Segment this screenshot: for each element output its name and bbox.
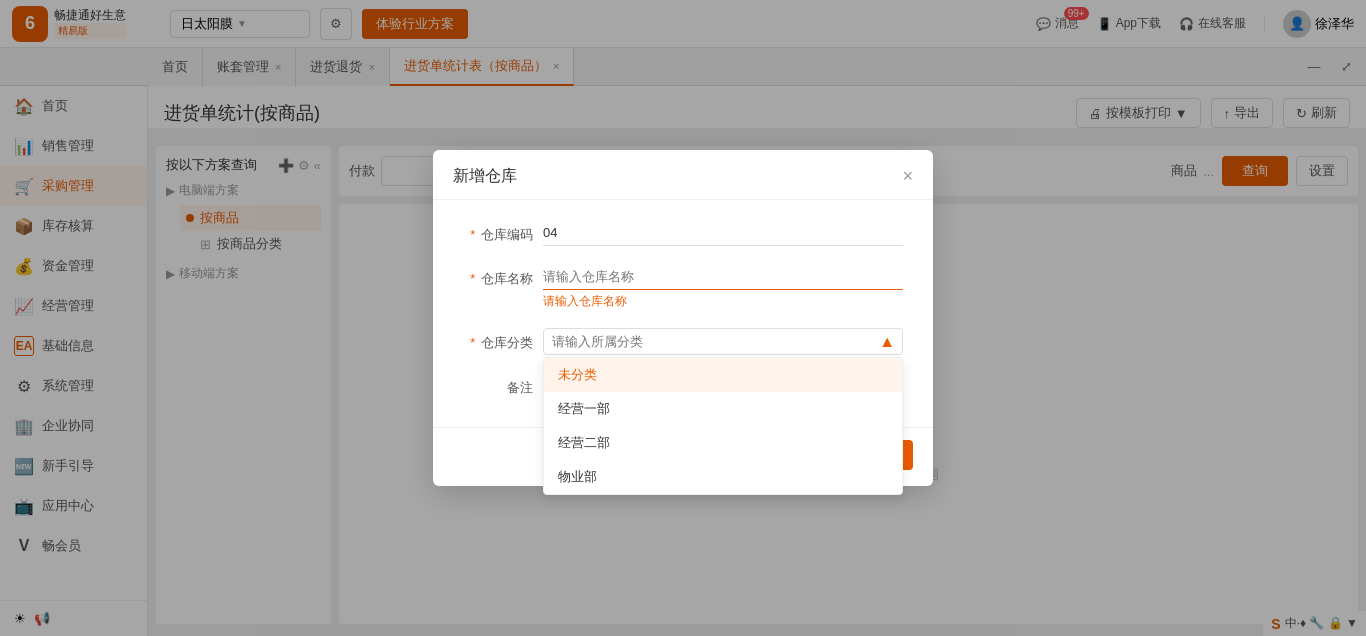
name-input[interactable] xyxy=(543,264,903,290)
modal-title: 新增仓库 xyxy=(453,166,517,187)
category-select-wrap: ▲ 未分类 经营一部 经营二部 物业部 xyxy=(543,328,903,355)
modal-overlay: 新增仓库 × * 仓库编码 * 仓库名称 xyxy=(0,0,1366,636)
category-input[interactable] xyxy=(543,328,903,355)
note-label: 备注 xyxy=(463,373,533,397)
dropdown-item-property[interactable]: 物业部 xyxy=(544,460,902,494)
modal-header: 新增仓库 × xyxy=(433,150,933,200)
code-field-row: * 仓库编码 xyxy=(463,220,903,246)
category-field-row: * 仓库分类 ▲ 未分类 经营一部 经营二部 物业部 xyxy=(463,328,903,355)
name-label-text: 仓库名称 xyxy=(481,271,533,286)
name-field-row: * 仓库名称 请输入仓库名称 xyxy=(463,264,903,310)
required-mark-code: * xyxy=(470,227,475,242)
required-mark-name: * xyxy=(470,271,475,286)
code-field-wrap xyxy=(543,220,903,246)
category-label: * 仓库分类 xyxy=(463,328,533,352)
modal-body: * 仓库编码 * 仓库名称 请输入仓库名称 xyxy=(433,200,933,427)
name-error-msg: 请输入仓库名称 xyxy=(543,293,903,310)
dropdown-item-operations1[interactable]: 经营一部 xyxy=(544,392,902,426)
modal-close-button[interactable]: × xyxy=(902,166,913,187)
code-input[interactable] xyxy=(543,220,903,246)
dropdown-item-unclassified[interactable]: 未分类 xyxy=(544,358,902,392)
category-label-text: 仓库分类 xyxy=(481,335,533,350)
add-warehouse-modal: 新增仓库 × * 仓库编码 * 仓库名称 xyxy=(433,150,933,486)
category-dropdown: 未分类 经营一部 经营二部 物业部 xyxy=(543,357,903,495)
code-label-text: 仓库编码 xyxy=(481,227,533,242)
required-mark-category: * xyxy=(470,335,475,350)
code-label: * 仓库编码 xyxy=(463,220,533,244)
name-field-wrap: 请输入仓库名称 xyxy=(543,264,903,310)
name-label: * 仓库名称 xyxy=(463,264,533,288)
dropdown-item-operations2[interactable]: 经营二部 xyxy=(544,426,902,460)
